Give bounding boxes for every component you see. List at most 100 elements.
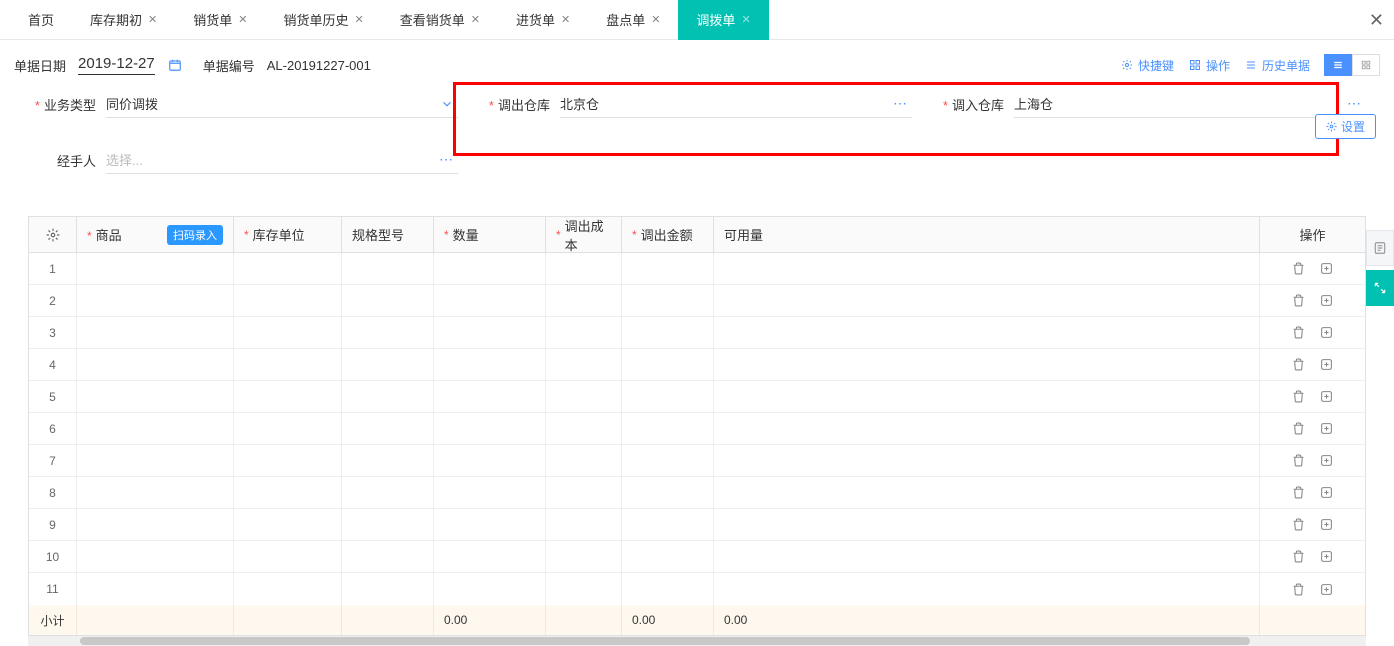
table-row[interactable]: 10 (29, 541, 1365, 573)
delete-icon[interactable] (1292, 550, 1306, 564)
tab-purchase[interactable]: 进货单✕ (498, 0, 588, 40)
spec-cell[interactable] (342, 285, 434, 316)
side-expand-button[interactable] (1366, 270, 1394, 306)
unit-cell[interactable] (234, 509, 342, 540)
qty-cell[interactable] (434, 253, 546, 284)
out-warehouse-field[interactable]: *调出仓库 北京仓⋯ (482, 90, 912, 118)
spec-cell[interactable] (342, 477, 434, 508)
amt-cell[interactable] (622, 413, 714, 444)
scrollbar-thumb[interactable] (80, 637, 1250, 645)
product-cell[interactable] (77, 477, 234, 508)
unit-cell[interactable] (234, 285, 342, 316)
unit-cell[interactable] (234, 381, 342, 412)
more-icon[interactable]: ⋯ (1347, 95, 1366, 112)
product-cell[interactable] (77, 317, 234, 348)
tab-transfer[interactable]: 调拨单✕ (678, 0, 768, 40)
unit-cell[interactable] (234, 541, 342, 572)
unit-cell[interactable] (234, 413, 342, 444)
amt-cell[interactable] (622, 381, 714, 412)
delete-icon[interactable] (1292, 326, 1306, 340)
date-value[interactable]: 2019-12-27 (78, 55, 155, 75)
spec-cell[interactable] (342, 541, 434, 572)
product-cell[interactable] (77, 541, 234, 572)
delete-icon[interactable] (1292, 262, 1306, 276)
product-cell[interactable] (77, 445, 234, 476)
product-cell[interactable] (77, 509, 234, 540)
view-list-button[interactable] (1324, 54, 1352, 76)
product-cell[interactable] (77, 285, 234, 316)
table-row[interactable]: 11 (29, 573, 1365, 605)
amt-cell[interactable] (622, 509, 714, 540)
tab-inventory[interactable]: 盘点单✕ (588, 0, 678, 40)
spec-cell[interactable] (342, 509, 434, 540)
add-icon[interactable] (1320, 454, 1334, 468)
table-row[interactable]: 3 (29, 317, 1365, 349)
in-warehouse-field[interactable]: *调入仓库 上海仓⋯ (936, 90, 1366, 118)
table-row[interactable]: 1 (29, 253, 1365, 285)
operate-button[interactable]: 操作 (1188, 57, 1230, 74)
add-icon[interactable] (1320, 582, 1334, 596)
table-row[interactable]: 4 (29, 349, 1365, 381)
add-icon[interactable] (1320, 326, 1334, 340)
cost-cell[interactable] (546, 317, 622, 348)
settings-button[interactable]: 设置 (1315, 114, 1376, 139)
qty-cell[interactable] (434, 477, 546, 508)
qty-cell[interactable] (434, 413, 546, 444)
delete-icon[interactable] (1292, 582, 1306, 596)
unit-cell[interactable] (234, 253, 342, 284)
unit-cell[interactable] (234, 573, 342, 605)
tab-home[interactable]: 首页 (10, 0, 72, 40)
calendar-icon[interactable] (167, 57, 183, 73)
qty-cell[interactable] (434, 445, 546, 476)
amt-cell[interactable] (622, 445, 714, 476)
qty-cell[interactable] (434, 509, 546, 540)
delete-icon[interactable] (1292, 422, 1306, 436)
scan-button[interactable]: 扫码录入 (167, 225, 223, 245)
product-cell[interactable] (77, 381, 234, 412)
amt-cell[interactable] (622, 477, 714, 508)
close-icon[interactable]: ✕ (238, 13, 247, 26)
spec-cell[interactable] (342, 253, 434, 284)
tab-sales-history[interactable]: 销货单历史✕ (265, 0, 381, 40)
cost-cell[interactable] (546, 285, 622, 316)
amt-cell[interactable] (622, 573, 714, 605)
qty-cell[interactable] (434, 285, 546, 316)
unit-cell[interactable] (234, 477, 342, 508)
product-cell[interactable] (77, 349, 234, 380)
product-cell[interactable] (77, 413, 234, 444)
qty-cell[interactable] (434, 541, 546, 572)
close-icon[interactable]: ✕ (741, 13, 750, 26)
table-row[interactable]: 7 (29, 445, 1365, 477)
product-cell[interactable] (77, 573, 234, 605)
cost-cell[interactable] (546, 349, 622, 380)
close-icon[interactable]: ✕ (651, 13, 660, 26)
spec-cell[interactable] (342, 445, 434, 476)
add-icon[interactable] (1320, 422, 1334, 436)
settings-column[interactable] (29, 217, 77, 252)
qty-cell[interactable] (434, 573, 546, 605)
product-cell[interactable] (77, 253, 234, 284)
delete-icon[interactable] (1292, 518, 1306, 532)
delete-icon[interactable] (1292, 486, 1306, 500)
amt-cell[interactable] (622, 285, 714, 316)
horizontal-scrollbar[interactable] (28, 636, 1366, 646)
add-icon[interactable] (1320, 486, 1334, 500)
close-icon[interactable]: ✕ (471, 13, 480, 26)
spec-cell[interactable] (342, 573, 434, 605)
view-grid-button[interactable] (1352, 54, 1380, 76)
biz-type-field[interactable]: *业务类型 同价调拨 (28, 90, 458, 118)
spec-cell[interactable] (342, 317, 434, 348)
close-icon[interactable]: ✕ (561, 13, 570, 26)
tab-stock-init[interactable]: 库存期初✕ (72, 0, 175, 40)
table-row[interactable]: 6 (29, 413, 1365, 445)
close-icon[interactable]: ✕ (355, 13, 364, 26)
unit-cell[interactable] (234, 317, 342, 348)
add-icon[interactable] (1320, 390, 1334, 404)
delete-icon[interactable] (1292, 390, 1306, 404)
qty-cell[interactable] (434, 317, 546, 348)
cost-cell[interactable] (546, 573, 622, 605)
spec-cell[interactable] (342, 349, 434, 380)
tab-view-sales[interactable]: 查看销货单✕ (382, 0, 498, 40)
amt-cell[interactable] (622, 349, 714, 380)
add-icon[interactable] (1320, 262, 1334, 276)
